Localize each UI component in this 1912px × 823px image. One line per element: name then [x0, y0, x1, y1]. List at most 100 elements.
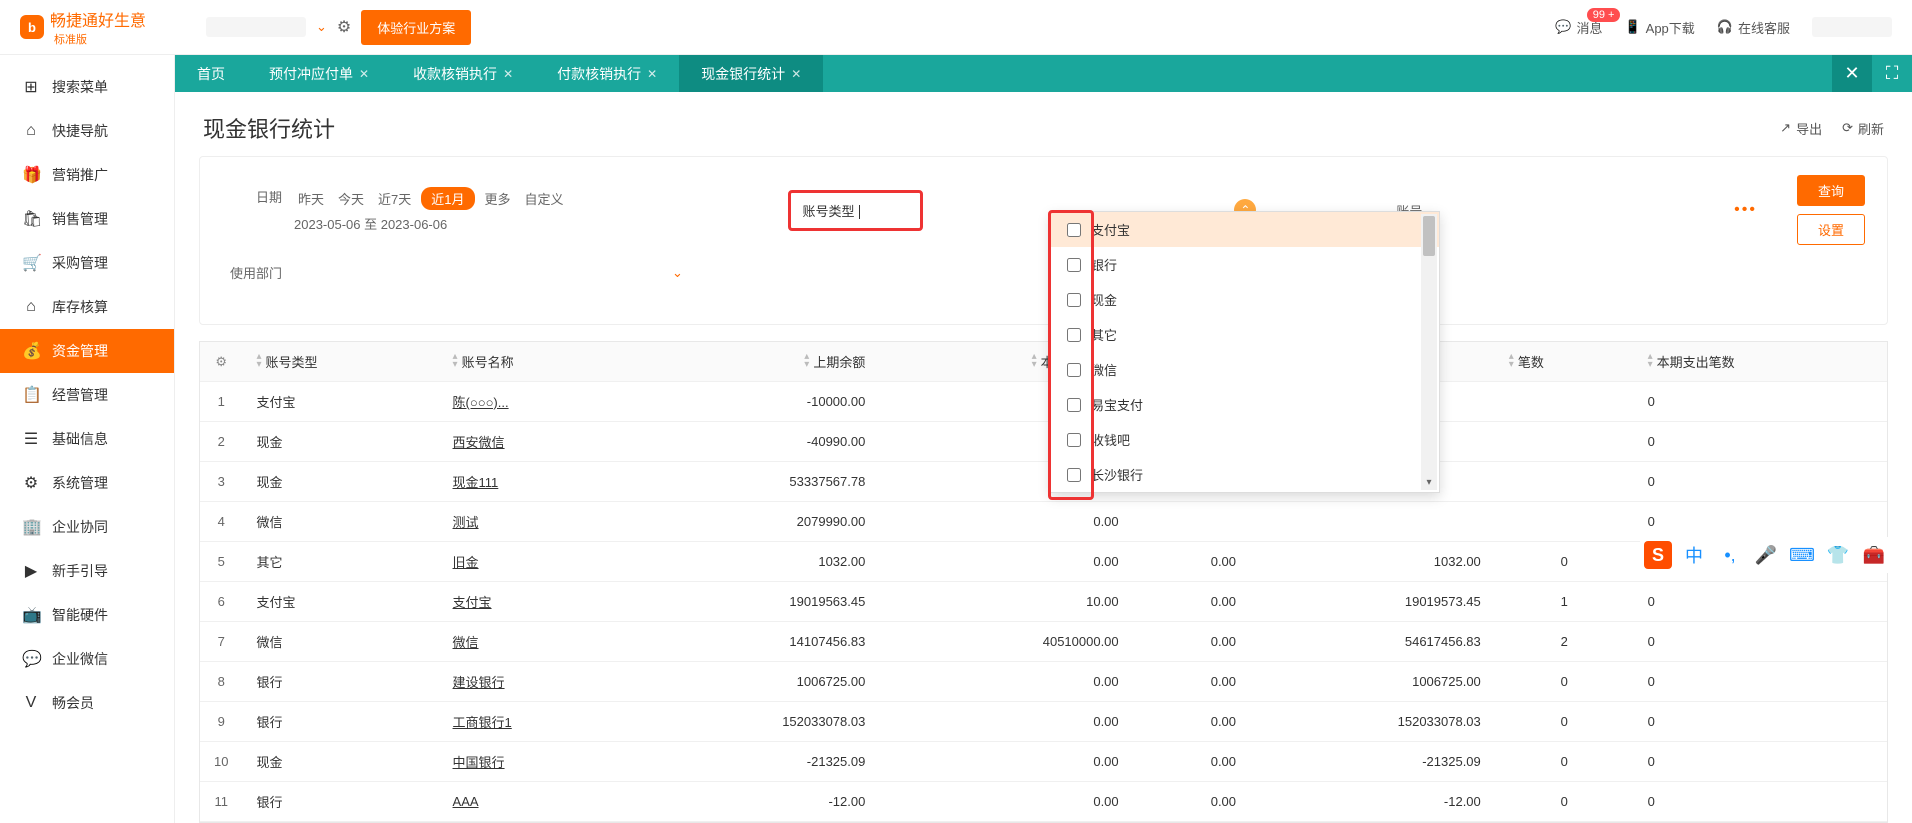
- account-name-link[interactable]: 中国银行: [453, 755, 505, 770]
- account-type-filter[interactable]: 账号类型: [788, 190, 923, 231]
- date-quick-4[interactable]: 更多: [481, 187, 515, 210]
- scroll-down-arrow[interactable]: ▾: [1421, 474, 1437, 490]
- option-checkbox[interactable]: [1067, 293, 1081, 307]
- sidebar-item-2[interactable]: 🎁营销推广: [0, 153, 174, 197]
- experience-plan-button[interactable]: 体验行业方案: [361, 10, 471, 45]
- col-header-0[interactable]: ⚙: [200, 342, 242, 382]
- tab-label: 现金银行统计: [701, 64, 785, 84]
- sidebar-item-13[interactable]: 💬企业微信: [0, 637, 174, 681]
- dropdown-option-5[interactable]: 易宝支付: [1051, 387, 1439, 422]
- date-quick-1[interactable]: 今天: [334, 187, 368, 210]
- account-name-link[interactable]: 工商银行1: [453, 715, 512, 730]
- sidebar-item-10[interactable]: 🏢企业协同: [0, 505, 174, 549]
- dropdown-option-4[interactable]: 微信: [1051, 352, 1439, 387]
- cell-name: 工商银行1: [439, 702, 635, 742]
- dropdown-option-7[interactable]: 长沙银行: [1051, 457, 1439, 492]
- tab-2[interactable]: 收款核销执行✕: [391, 55, 535, 92]
- option-checkbox[interactable]: [1067, 223, 1081, 237]
- col-header-7[interactable]: ▴▾笔数: [1495, 342, 1634, 382]
- dropdown-option-3[interactable]: 其它: [1051, 317, 1439, 352]
- option-checkbox[interactable]: [1067, 433, 1081, 447]
- sidebar-item-14[interactable]: V畅会员: [0, 681, 174, 725]
- date-quick-2[interactable]: 近7天: [374, 187, 415, 210]
- sidebar-item-0[interactable]: ⊞搜索菜单: [0, 65, 174, 109]
- online-service-link[interactable]: 🎧 在线客服: [1717, 18, 1790, 37]
- account-name-link[interactable]: 旧金: [453, 555, 479, 570]
- tab-3[interactable]: 付款核销执行✕: [535, 55, 679, 92]
- account-name-link[interactable]: 微信: [453, 635, 479, 650]
- messages-link[interactable]: 💬 消息 99 +: [1555, 18, 1602, 37]
- account-name-link[interactable]: 支付宝: [453, 595, 492, 610]
- company-selector[interactable]: ⌄ ⚙ 体验行业方案: [206, 10, 471, 45]
- close-icon[interactable]: ✕: [647, 67, 657, 81]
- tab-0[interactable]: 首页: [175, 55, 247, 92]
- ime-s-icon[interactable]: S: [1644, 541, 1672, 569]
- account-name-link[interactable]: 西安微信: [453, 435, 505, 450]
- dropdown-option-1[interactable]: 银行: [1051, 247, 1439, 282]
- settings-button[interactable]: 设置: [1797, 214, 1865, 245]
- tab-4[interactable]: 现金银行统计 ✕: [679, 55, 823, 92]
- close-icon[interactable]: ✕: [359, 67, 369, 81]
- sort-icon[interactable]: ▴▾: [1032, 353, 1037, 369]
- app-download-link[interactable]: 📱 App下载: [1624, 18, 1694, 37]
- cell-out-count: 0: [1634, 622, 1887, 662]
- tab-1[interactable]: 预付冲应付单✕: [247, 55, 391, 92]
- option-checkbox[interactable]: [1067, 398, 1081, 412]
- account-name-link[interactable]: 测试: [453, 515, 479, 530]
- chevron-down-icon[interactable]: ⌄: [672, 265, 683, 281]
- dropdown-scrollbar[interactable]: ▾: [1421, 214, 1437, 490]
- ime-punct-icon[interactable]: •,: [1716, 541, 1744, 569]
- ime-cn-icon[interactable]: 中: [1680, 541, 1708, 569]
- ime-mic-icon[interactable]: 🎤: [1752, 541, 1780, 569]
- dropdown-option-0[interactable]: 支付宝: [1051, 212, 1439, 247]
- date-quick-0[interactable]: 昨天: [294, 187, 328, 210]
- sidebar-item-9[interactable]: ⚙系统管理: [0, 461, 174, 505]
- ime-toolbox-icon[interactable]: 🧰: [1860, 541, 1888, 569]
- close-icon[interactable]: ✕: [791, 67, 801, 81]
- export-button[interactable]: ↗导出: [1780, 119, 1822, 138]
- sidebar-item-5[interactable]: ⌂库存核算: [0, 285, 174, 329]
- account-name-link[interactable]: AAA: [453, 794, 479, 809]
- date-quick-5[interactable]: 自定义: [521, 187, 568, 210]
- sidebar-item-7[interactable]: 📋经营管理: [0, 373, 174, 417]
- gear-icon[interactable]: ⚙: [215, 354, 227, 369]
- date-quick-3[interactable]: 近1月: [421, 187, 474, 210]
- close-icon[interactable]: ✕: [503, 67, 513, 81]
- option-checkbox[interactable]: [1067, 258, 1081, 272]
- close-tab-button[interactable]: ✕: [1832, 55, 1872, 92]
- col-header-2[interactable]: ▴▾账号名称: [439, 342, 635, 382]
- account-name-link[interactable]: 建设银行: [453, 675, 505, 690]
- sidebar-item-1[interactable]: ⌂快捷导航: [0, 109, 174, 153]
- sort-icon[interactable]: ▴▾: [1648, 353, 1653, 369]
- sort-icon[interactable]: ▴▾: [804, 353, 809, 369]
- option-checkbox[interactable]: [1067, 363, 1081, 377]
- sidebar-item-6[interactable]: 💰资金管理: [0, 329, 174, 373]
- option-checkbox[interactable]: [1067, 328, 1081, 342]
- ime-keyboard-icon[interactable]: ⌨: [1788, 541, 1816, 569]
- scroll-thumb[interactable]: [1423, 216, 1435, 256]
- account-name-link[interactable]: 现金111: [453, 475, 499, 490]
- account-name-link[interactable]: 陈(○○○)...: [453, 395, 509, 410]
- dropdown-option-2[interactable]: 现金: [1051, 282, 1439, 317]
- col-header-8[interactable]: ▴▾本期支出笔数: [1634, 342, 1887, 382]
- sidebar-item-8[interactable]: ☰基础信息: [0, 417, 174, 461]
- expand-button[interactable]: ⛶: [1872, 55, 1912, 92]
- nav-icon: 💰: [22, 341, 40, 361]
- col-header-3[interactable]: ▴▾上期余额: [635, 342, 880, 382]
- sidebar-item-12[interactable]: 📺智能硬件: [0, 593, 174, 637]
- sort-icon[interactable]: ▴▾: [256, 353, 261, 369]
- sort-icon[interactable]: ▴▾: [453, 353, 458, 369]
- sidebar-item-3[interactable]: 🛍销售管理: [0, 197, 174, 241]
- dropdown-option-6[interactable]: 收钱吧: [1051, 422, 1439, 457]
- gear-icon[interactable]: ⚙: [337, 17, 351, 37]
- option-checkbox[interactable]: [1067, 468, 1081, 482]
- sidebar-item-11[interactable]: ▶新手引导: [0, 549, 174, 593]
- query-button[interactable]: 查询: [1797, 175, 1865, 206]
- more-filters-icon[interactable]: •••: [1734, 201, 1757, 219]
- col-header-1[interactable]: ▴▾账号类型: [242, 342, 438, 382]
- sidebar-item-4[interactable]: 🛒采购管理: [0, 241, 174, 285]
- cell-balance: 19019563.45: [635, 582, 880, 622]
- ime-skin-icon[interactable]: 👕: [1824, 541, 1852, 569]
- sort-icon[interactable]: ▴▾: [1509, 353, 1514, 369]
- refresh-button[interactable]: ⟳刷新: [1842, 119, 1884, 138]
